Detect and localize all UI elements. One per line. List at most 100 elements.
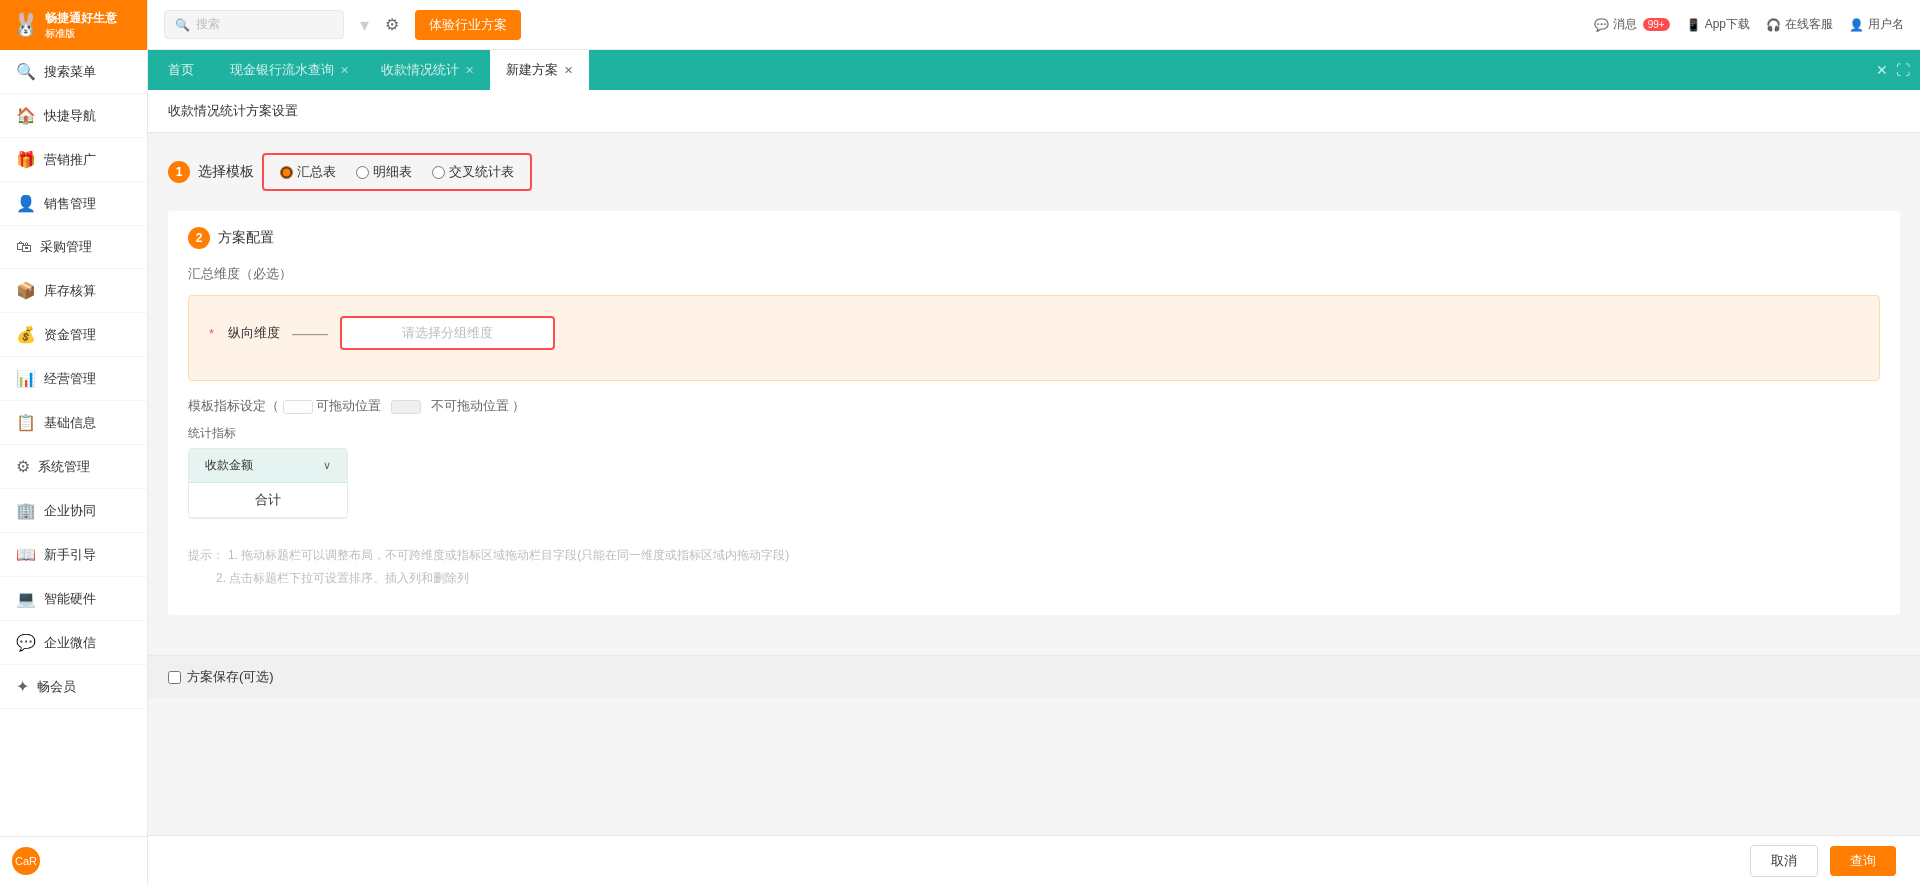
save-plan-checkbox[interactable] bbox=[168, 671, 181, 684]
service-icon: 🎧 bbox=[1766, 18, 1781, 32]
step2-section: 2 方案配置 汇总维度（必选） * 纵向维度 —— 请选择分组维度 bbox=[168, 211, 1900, 615]
settings-button[interactable]: ⚙ bbox=[385, 15, 399, 34]
radio-input-summary[interactable] bbox=[280, 166, 293, 179]
sidebar-item-inventory[interactable]: 📦 库存核算 bbox=[0, 269, 147, 313]
close-tab-collection-stats[interactable]: ✕ bbox=[465, 64, 474, 77]
avatar: CaR bbox=[12, 847, 40, 875]
cancel-button[interactable]: 取消 bbox=[1750, 845, 1818, 877]
sidebar: 🐰 畅捷通好生意 标准版 🔍 搜索菜单 🏠 快捷导航 🎁 营销推广 👤 销售管理… bbox=[0, 0, 148, 885]
search-icon: 🔍 bbox=[175, 18, 190, 32]
metrics-subrow: 合计 bbox=[189, 483, 347, 518]
step2-number: 2 bbox=[188, 227, 210, 249]
dimension-select[interactable]: 请选择分组维度 bbox=[340, 316, 555, 350]
message-icon: 💬 bbox=[1594, 18, 1609, 32]
radio-detail[interactable]: 明细表 bbox=[356, 163, 412, 181]
sidebar-item-hardware[interactable]: 💻 智能硬件 bbox=[0, 577, 147, 621]
save-plan-label[interactable]: 方案保存(可选) bbox=[187, 668, 274, 686]
tab-bank-flow[interactable]: 现金银行流水查询 ✕ bbox=[214, 50, 365, 90]
sidebar-item-label: 库存核算 bbox=[44, 282, 96, 300]
user-icon: 👤 bbox=[16, 194, 36, 213]
tips-item-2: 2. 点击标题栏下拉可设置排序、插入列和删除列 bbox=[216, 571, 469, 585]
query-button[interactable]: 查询 bbox=[1830, 846, 1896, 876]
sidebar-item-newbie[interactable]: 📖 新手引导 bbox=[0, 533, 147, 577]
radio-summary[interactable]: 汇总表 bbox=[280, 163, 336, 181]
search-placeholder: 搜索 bbox=[196, 16, 220, 33]
sidebar-item-member[interactable]: ✦ 畅会员 bbox=[0, 665, 147, 709]
close-tab-new-plan[interactable]: ✕ bbox=[564, 64, 573, 77]
sidebar-logo: 🐰 畅捷通好生意 标准版 bbox=[0, 0, 147, 50]
sidebar-item-label: 系统管理 bbox=[38, 458, 90, 476]
metrics-table: 收款金额 ∨ 合计 bbox=[188, 448, 348, 519]
sidebar-item-label: 新手引导 bbox=[44, 546, 96, 564]
close-tab-bank-flow[interactable]: ✕ bbox=[340, 64, 349, 77]
sidebar-item-label: 企业协同 bbox=[44, 502, 96, 520]
radio-input-cross[interactable] bbox=[432, 166, 445, 179]
vertical-dimension-label: 纵向维度 bbox=[228, 324, 280, 342]
user-icon: 👤 bbox=[1849, 18, 1864, 32]
search-menu-icon: 🔍 bbox=[16, 62, 36, 81]
no-draggable-indicator bbox=[391, 400, 421, 414]
computer-icon: 💻 bbox=[16, 589, 36, 608]
sidebar-item-quick-nav[interactable]: 🏠 快捷导航 bbox=[0, 94, 147, 138]
box-icon: 📦 bbox=[16, 281, 36, 300]
bottom-action-bar: 取消 查询 bbox=[148, 835, 1920, 885]
notification-button[interactable]: 💬 消息 99+ bbox=[1594, 16, 1670, 33]
topbar-actions: 💬 消息 99+ 📱 App下载 🎧 在线客服 👤 用户名 bbox=[1594, 16, 1904, 33]
metrics-header: 模板指标设定（ 可拖动位置 不可拖动位置 ） bbox=[188, 397, 1880, 415]
sidebar-item-search-menu[interactable]: 🔍 搜索菜单 bbox=[0, 50, 147, 94]
step1-header: 1 选择模板 汇总表 明细表 交叉统计表 bbox=[168, 153, 1900, 191]
radio-cross[interactable]: 交叉统计表 bbox=[432, 163, 514, 181]
online-service-button[interactable]: 🎧 在线客服 bbox=[1766, 16, 1833, 33]
sidebar-item-label: 销售管理 bbox=[44, 195, 96, 213]
radio-label-detail[interactable]: 明细表 bbox=[373, 163, 412, 181]
tips-title: 提示： bbox=[188, 547, 224, 564]
sidebar-item-label: 快捷导航 bbox=[44, 107, 96, 125]
sidebar-item-enterprise[interactable]: 🏢 企业协同 bbox=[0, 489, 147, 533]
page-body: 1 选择模板 汇总表 明细表 交叉统计表 bbox=[148, 133, 1920, 655]
close-window-icon[interactable]: ✕ bbox=[1876, 62, 1888, 78]
notification-badge: 99+ bbox=[1643, 18, 1670, 31]
chart-icon: 📊 bbox=[16, 369, 36, 388]
metrics-header-row[interactable]: 收款金额 ∨ bbox=[189, 449, 347, 483]
sidebar-item-basic[interactable]: 📋 基础信息 bbox=[0, 401, 147, 445]
building-icon: 🏢 bbox=[16, 501, 36, 520]
sidebar-item-system[interactable]: ⚙ 系统管理 bbox=[0, 445, 147, 489]
industry-plan-button[interactable]: 体验行业方案 bbox=[415, 10, 521, 40]
sidebar-item-sales[interactable]: 👤 销售管理 bbox=[0, 182, 147, 226]
topbar-dropdown-icon[interactable]: ▾ bbox=[360, 14, 369, 36]
step1-number: 1 bbox=[168, 161, 190, 183]
tabs-bar: 首页 现金银行流水查询 ✕ 收款情况统计 ✕ 新建方案 ✕ ✕ ⛶ bbox=[148, 50, 1920, 90]
tab-home[interactable]: 首页 bbox=[148, 50, 214, 90]
gift-icon: 🎁 bbox=[16, 150, 36, 169]
book-icon: 📖 bbox=[16, 545, 36, 564]
tips-row1: 提示： 1. 拖动标题栏可以调整布局，不可跨维度或指标区域拖动栏目字段(只能在同… bbox=[188, 547, 1880, 564]
sidebar-item-operation[interactable]: 📊 经营管理 bbox=[0, 357, 147, 401]
app-download-button[interactable]: 📱 App下载 bbox=[1686, 16, 1750, 33]
radio-label-summary[interactable]: 汇总表 bbox=[297, 163, 336, 181]
step1-title: 选择模板 bbox=[198, 163, 254, 181]
tabs-right-controls: ✕ ⛶ bbox=[1876, 62, 1920, 78]
sidebar-item-fund[interactable]: 💰 资金管理 bbox=[0, 313, 147, 357]
maximize-window-icon[interactable]: ⛶ bbox=[1896, 62, 1910, 78]
chat-icon: 💬 bbox=[16, 633, 36, 652]
sidebar-item-purchase[interactable]: 🛍 采购管理 bbox=[0, 226, 147, 269]
star-icon: ✦ bbox=[16, 677, 29, 696]
radio-label-cross[interactable]: 交叉统计表 bbox=[449, 163, 514, 181]
tab-collection-stats[interactable]: 收款情况统计 ✕ bbox=[365, 50, 490, 90]
gear-icon: ⚙ bbox=[16, 457, 30, 476]
sidebar-item-label: 基础信息 bbox=[44, 414, 96, 432]
draggable-indicator bbox=[283, 400, 313, 414]
topbar: 🔍 搜索 ▾ ⚙ 体验行业方案 💬 消息 99+ 📱 App下载 🎧 在线客服 bbox=[148, 0, 1920, 50]
radio-input-detail[interactable] bbox=[356, 166, 369, 179]
sidebar-item-marketing[interactable]: 🎁 营销推广 bbox=[0, 138, 147, 182]
sidebar-item-wechat[interactable]: 💬 企业微信 bbox=[0, 621, 147, 665]
step2-title: 方案配置 bbox=[218, 229, 274, 247]
tab-new-plan[interactable]: 新建方案 ✕ bbox=[490, 50, 589, 90]
sidebar-item-label: 智能硬件 bbox=[44, 590, 96, 608]
sidebar-item-label: 资金管理 bbox=[44, 326, 96, 344]
chevron-down-icon[interactable]: ∨ bbox=[323, 459, 331, 472]
main-area: 🔍 搜索 ▾ ⚙ 体验行业方案 💬 消息 99+ 📱 App下载 🎧 在线客服 bbox=[148, 0, 1920, 885]
gear-icon: ⚙ bbox=[385, 16, 399, 33]
search-box[interactable]: 🔍 搜索 bbox=[164, 10, 344, 39]
user-menu[interactable]: 👤 用户名 bbox=[1849, 16, 1904, 33]
